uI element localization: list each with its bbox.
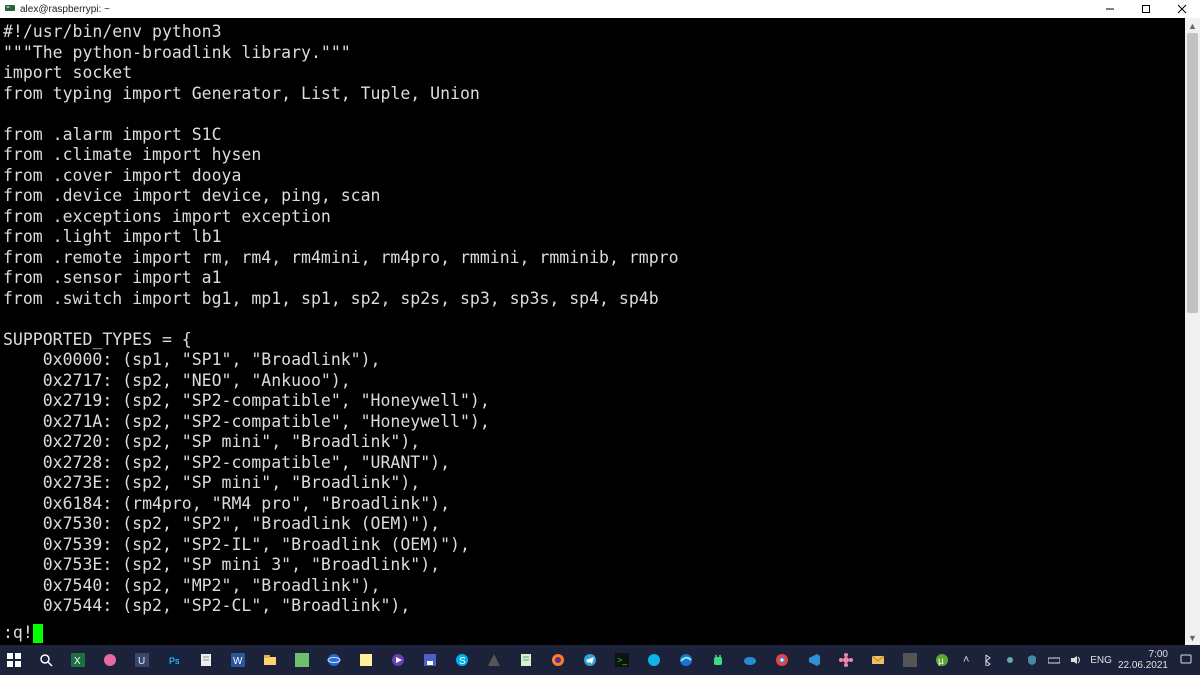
tray-date: 22.06.2021 — [1118, 660, 1168, 671]
taskbar-firefox-icon[interactable] — [544, 645, 572, 675]
taskbar-android-icon[interactable] — [704, 645, 732, 675]
taskbar-vscode-icon[interactable] — [800, 645, 828, 675]
terminal-content: #!/usr/bin/env python3 """The python-bro… — [0, 18, 1200, 617]
svg-text:U: U — [138, 656, 145, 667]
taskbar-skype-icon[interactable]: S — [448, 645, 476, 675]
tray-chevron-up-icon[interactable]: ˄ — [958, 652, 974, 668]
taskbar-app-pink-icon[interactable] — [96, 645, 124, 675]
taskbar-edge-icon[interactable] — [672, 645, 700, 675]
svg-text:Ps: Ps — [169, 656, 180, 666]
taskbar-terminal-icon[interactable]: >_ — [608, 645, 636, 675]
titlebar-left: alex@raspberrypi: ~ — [0, 3, 1092, 16]
minimize-button[interactable] — [1092, 0, 1128, 18]
close-icon — [1177, 4, 1187, 14]
taskbar-sticky-icon[interactable] — [352, 645, 380, 675]
taskbar-search-icon[interactable] — [32, 645, 60, 675]
minimize-icon — [1105, 4, 1115, 14]
tray-bluetooth-icon[interactable] — [980, 652, 996, 668]
scroll-thumb[interactable] — [1187, 33, 1198, 313]
tray-notifications-icon[interactable] — [1178, 652, 1194, 668]
scrollbar[interactable]: ▲ ▼ — [1185, 18, 1200, 645]
taskbar-browser-icon[interactable] — [320, 645, 348, 675]
taskbar-telegram-icon[interactable] — [576, 645, 604, 675]
taskbar-app-dark-icon[interactable] — [480, 645, 508, 675]
tray-usb-icon[interactable] — [1002, 652, 1018, 668]
taskbar-skype2-icon[interactable] — [640, 645, 668, 675]
taskbar-app-last-icon[interactable] — [896, 645, 924, 675]
maximize-icon — [1141, 4, 1151, 14]
svg-text:W: W — [233, 656, 243, 667]
taskbar-utorrent-icon[interactable]: µ — [928, 645, 956, 675]
scroll-up-button[interactable]: ▲ — [1185, 18, 1200, 33]
tray-time: 7:00 — [1118, 649, 1168, 660]
taskbar-apps: X U Ps W S >_ µ — [0, 645, 956, 675]
taskbar-onedrive-icon[interactable] — [736, 645, 764, 675]
titlebar[interactable]: alex@raspberrypi: ~ — [0, 0, 1200, 18]
window-title: alex@raspberrypi: ~ — [20, 4, 110, 15]
vim-command-text: :q! — [3, 623, 33, 644]
taskbar-media-icon[interactable] — [384, 645, 412, 675]
vim-command-line[interactable]: :q! — [3, 623, 43, 644]
taskbar-save-icon[interactable] — [416, 645, 444, 675]
taskbar-start-icon[interactable] — [0, 645, 28, 675]
tray-volume-icon[interactable] — [1068, 652, 1084, 668]
svg-text:X: X — [74, 656, 81, 667]
taskbar: X U Ps W S >_ µ ˄ ENG 7:00 22.06.2021 — [0, 645, 1200, 675]
terminal[interactable]: #!/usr/bin/env python3 """The python-bro… — [0, 18, 1200, 645]
app-window: alex@raspberrypi: ~ #!/usr/bin/env pytho… — [0, 0, 1200, 675]
taskbar-explorer-icon[interactable] — [256, 645, 284, 675]
taskbar-chrome-icon[interactable] — [768, 645, 796, 675]
tray-network-icon[interactable] — [1046, 652, 1062, 668]
svg-text:µ: µ — [938, 656, 944, 667]
taskbar-app-flower-icon[interactable] — [832, 645, 860, 675]
taskbar-app-green-icon[interactable] — [288, 645, 316, 675]
tray-language[interactable]: ENG — [1090, 655, 1112, 666]
system-tray: ˄ ENG 7:00 22.06.2021 — [958, 649, 1200, 671]
svg-text:>_: >_ — [617, 655, 628, 665]
tray-shield-icon[interactable] — [1024, 652, 1040, 668]
window-controls — [1092, 0, 1200, 18]
scroll-down-button[interactable]: ▼ — [1185, 630, 1200, 645]
taskbar-app-u-icon[interactable]: U — [128, 645, 156, 675]
cursor — [33, 624, 43, 643]
taskbar-mail-icon[interactable] — [864, 645, 892, 675]
taskbar-photoshop-icon[interactable]: Ps — [160, 645, 188, 675]
maximize-button[interactable] — [1128, 0, 1164, 18]
taskbar-word-icon[interactable]: W — [224, 645, 252, 675]
taskbar-notes-icon[interactable] — [192, 645, 220, 675]
tray-clock[interactable]: 7:00 22.06.2021 — [1118, 649, 1172, 671]
svg-text:S: S — [459, 656, 466, 667]
app-icon — [4, 3, 16, 16]
taskbar-app-list-icon[interactable] — [512, 645, 540, 675]
close-button[interactable] — [1164, 0, 1200, 18]
taskbar-excel-icon[interactable]: X — [64, 645, 92, 675]
